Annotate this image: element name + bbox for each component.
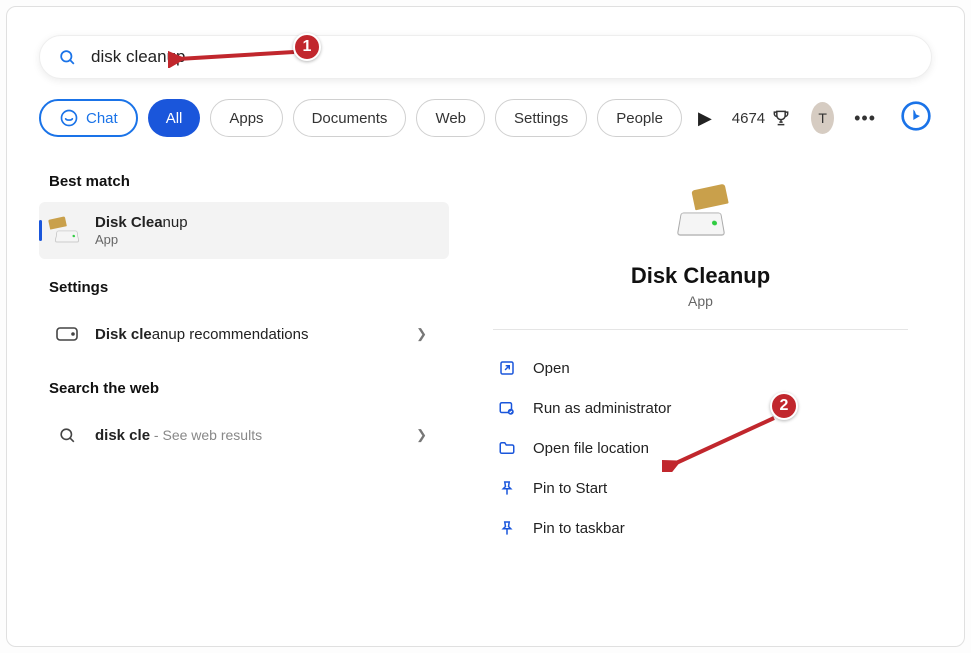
action-open[interactable]: Open [491,348,918,388]
bing-icon[interactable] [900,100,932,137]
admin-icon [497,398,517,418]
chip-apps-label: Apps [229,110,263,127]
preview-title: Disk Cleanup [469,263,932,289]
more-icon[interactable]: ••• [854,108,876,129]
trophy-icon [771,108,791,128]
chip-people-label: People [616,110,663,127]
search-icon [53,421,81,449]
chip-settings-label: Settings [514,110,568,127]
open-icon [497,358,517,378]
disk-cleanup-icon-large [669,181,733,245]
results-column: Best match Disk Cleanup App Settings Dis… [39,153,449,588]
preview-panel: Disk Cleanup App Open Run as administrat… [469,153,932,588]
chip-web[interactable]: Web [416,99,485,137]
folder-icon [497,438,517,458]
chip-all-label: All [166,110,183,127]
pin-icon [497,478,517,498]
chevron-right-icon: ❯ [416,427,435,443]
chip-chat-label: Chat [86,110,118,127]
annotation-badge-1: 1 [293,33,321,61]
rewards-points[interactable]: 4674 [732,108,791,128]
annotation-badge-2: 2 [770,392,798,420]
chip-apps[interactable]: Apps [210,99,282,137]
best-match-header: Best match [39,153,449,202]
filter-row: Chat All Apps Documents Web Settings Peo… [7,79,964,153]
action-label: Open [533,360,570,377]
web-header: Search the web [39,360,449,409]
action-pin-start[interactable]: Pin to Start [491,468,918,508]
chip-web-label: Web [435,110,466,127]
result-title: disk cle - See web results [95,427,262,444]
chip-documents-label: Documents [312,110,388,127]
chip-people[interactable]: People [597,99,682,137]
chip-documents[interactable]: Documents [293,99,407,137]
chip-all[interactable]: All [148,99,201,137]
action-pin-taskbar[interactable]: Pin to taskbar [491,508,918,548]
action-label: Open file location [533,440,649,457]
points-value: 4674 [732,110,765,127]
settings-header: Settings [39,259,449,308]
user-avatar[interactable]: T [811,102,834,134]
action-label: Pin to Start [533,480,607,497]
annotation-arrow-1 [168,44,300,68]
disk-cleanup-icon [53,217,81,245]
result-subtitle: App [95,232,188,247]
avatar-initial: T [818,110,827,126]
storage-icon [53,320,81,348]
preview-subtitle: App [469,293,932,309]
search-icon [58,48,77,67]
result-cleanup-recommendations[interactable]: Disk cleanup recommendations ❯ [39,308,449,360]
chip-settings[interactable]: Settings [495,99,587,137]
pin-icon [497,518,517,538]
chip-chat[interactable]: Chat [39,99,138,137]
chevron-right-icon: ❯ [416,326,435,342]
action-label: Pin to taskbar [533,520,625,537]
result-title: Disk Cleanup [95,214,188,231]
annotation-arrow-2 [662,412,782,472]
chat-icon [59,108,79,128]
result-search-web[interactable]: disk cle - See web results ❯ [39,409,449,461]
action-label: Run as administrator [533,400,671,417]
result-title: Disk cleanup recommendations [95,326,308,343]
play-icon[interactable]: ▶ [698,108,712,129]
result-disk-cleanup[interactable]: Disk Cleanup App [39,202,449,259]
